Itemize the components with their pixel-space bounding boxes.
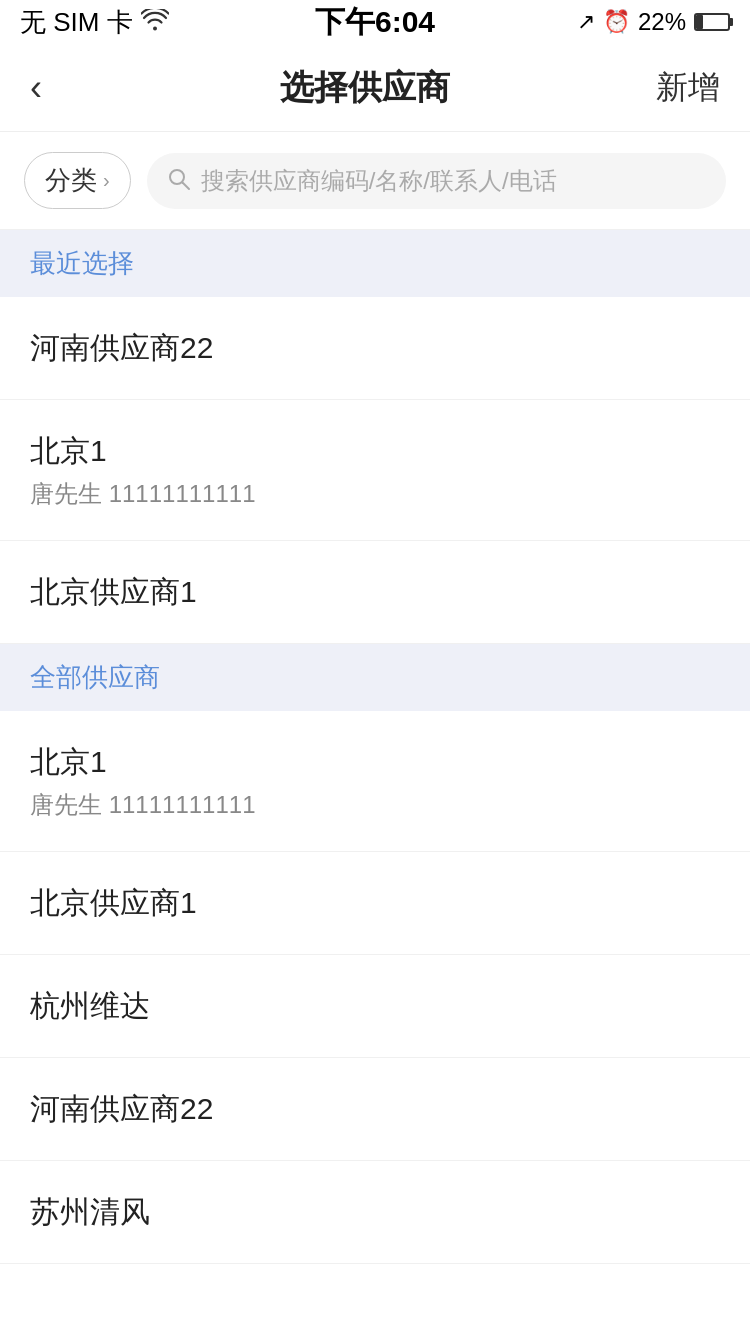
search-icon	[167, 167, 191, 195]
add-button[interactable]: 新增	[640, 66, 720, 110]
list-item[interactable]: 北京1 唐先生 11111111111	[0, 400, 750, 541]
list-item[interactable]: 苏州清风	[0, 1161, 750, 1264]
location-icon: ↗	[577, 9, 595, 35]
item-name: 河南供应商22	[30, 1088, 720, 1130]
status-right: ↗ ⏰ 22%	[577, 8, 730, 36]
item-name: 北京1	[30, 430, 720, 472]
alarm-icon: ⏰	[603, 9, 630, 35]
svg-line-1	[182, 182, 189, 189]
wifi-icon	[141, 7, 169, 38]
battery-icon	[694, 13, 730, 31]
status-bar: 无 SIM 卡 下午6:04 ↗ ⏰ 22%	[0, 0, 750, 44]
item-name: 北京供应商1	[30, 882, 720, 924]
no-sim-text: 无 SIM 卡	[20, 5, 133, 40]
recent-section-header: 最近选择	[0, 230, 750, 297]
all-items-list: 北京1 唐先生 11111111111 北京供应商1 杭州维达河南供应商22 苏州清风	[0, 711, 750, 1264]
list-item[interactable]: 河南供应商22	[0, 297, 750, 400]
recent-items-list: 河南供应商22 北京1 唐先生 11111111111 北京供应商1	[0, 297, 750, 644]
item-sub: 唐先生 11111111111	[30, 789, 720, 821]
item-name: 杭州维达	[30, 985, 720, 1027]
item-name: 北京供应商1	[30, 571, 720, 613]
recent-section-label: 最近选择	[30, 248, 134, 278]
list-item[interactable]: 北京供应商1	[0, 541, 750, 644]
page-title: 选择供应商	[280, 65, 450, 111]
list-item[interactable]: 北京1 唐先生 11111111111	[0, 711, 750, 852]
list-item[interactable]: 杭州维达	[0, 955, 750, 1058]
category-button[interactable]: 分类 ›	[24, 152, 131, 209]
status-time: 下午6:04	[315, 2, 435, 43]
all-section-label: 全部供应商	[30, 662, 160, 692]
nav-bar: ‹ 选择供应商 新增	[0, 44, 750, 132]
search-input-wrap[interactable]: 搜索供应商编码/名称/联系人/电话	[147, 153, 726, 209]
item-name: 河南供应商22	[30, 327, 720, 369]
back-button[interactable]: ‹	[30, 67, 90, 109]
battery-percent: 22%	[638, 8, 686, 36]
list-item[interactable]: 北京供应商1	[0, 852, 750, 955]
item-name: 苏州清风	[30, 1191, 720, 1233]
chevron-right-icon: ›	[103, 169, 110, 192]
item-name: 北京1	[30, 741, 720, 783]
all-section-header: 全部供应商	[0, 644, 750, 711]
list-item[interactable]: 河南供应商22	[0, 1058, 750, 1161]
item-sub: 唐先生 11111111111	[30, 478, 720, 510]
search-bar: 分类 › 搜索供应商编码/名称/联系人/电话	[0, 132, 750, 230]
status-left: 无 SIM 卡	[20, 5, 169, 40]
search-placeholder: 搜索供应商编码/名称/联系人/电话	[201, 165, 557, 197]
category-label: 分类	[45, 163, 97, 198]
